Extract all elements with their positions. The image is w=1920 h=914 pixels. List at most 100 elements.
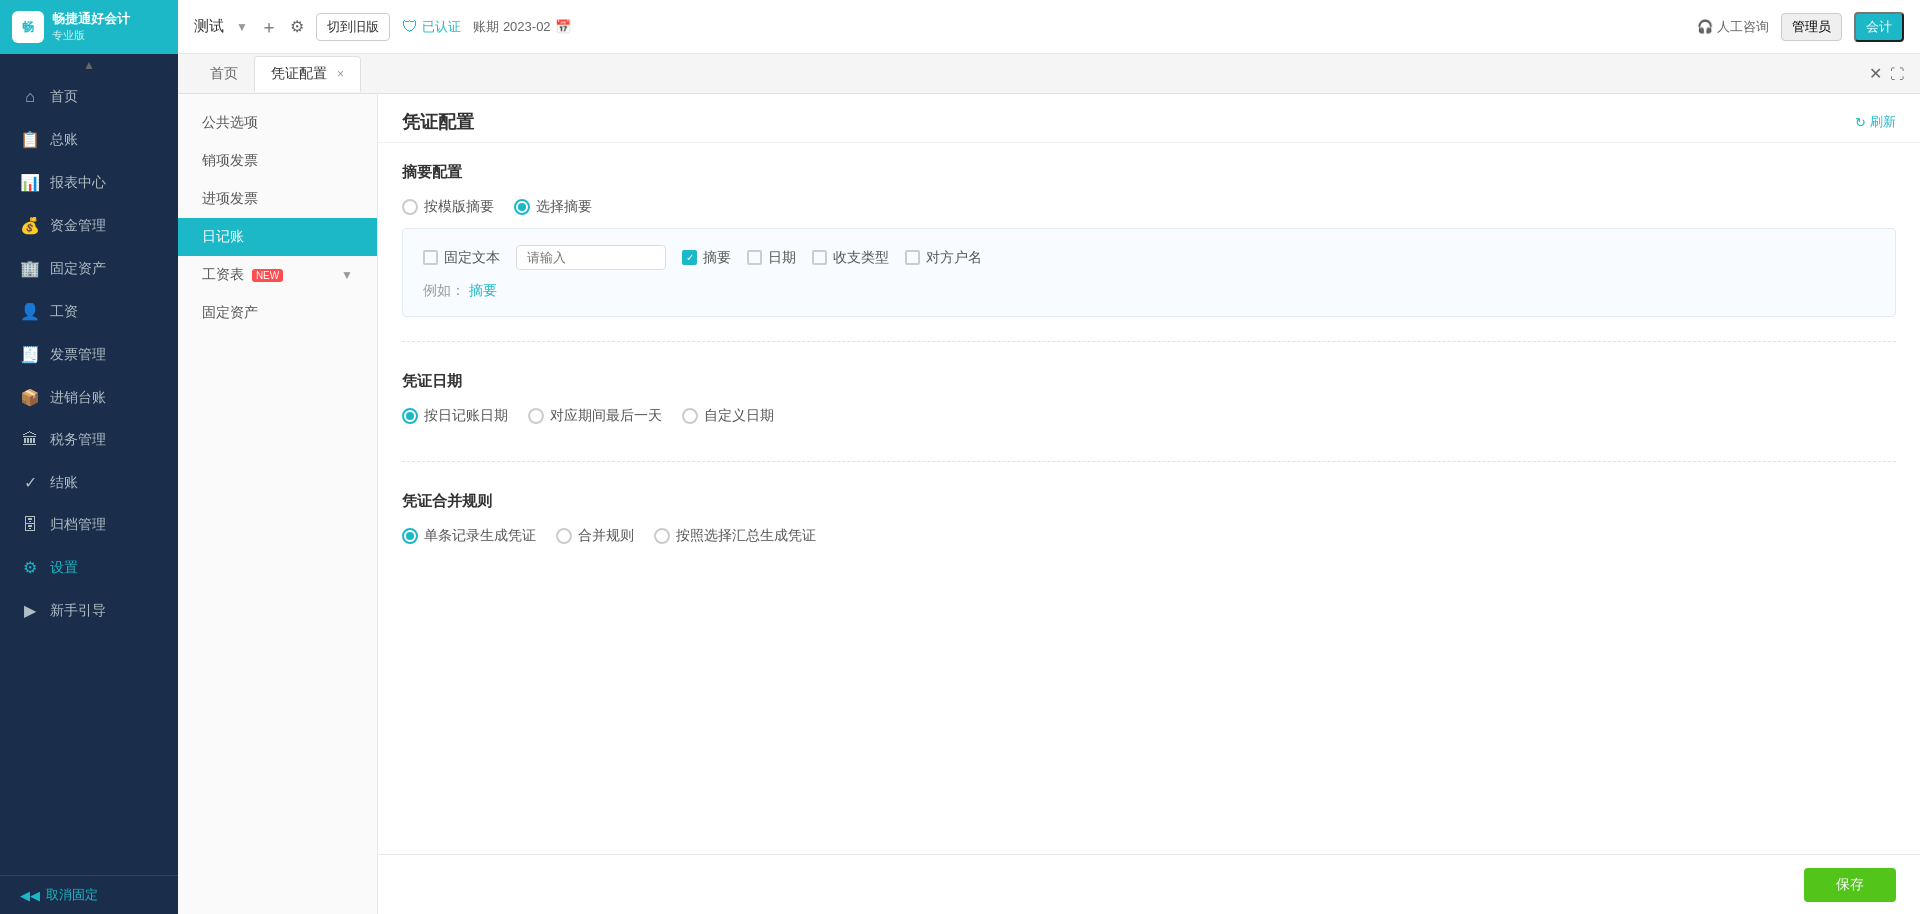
- date-section-title: 凭证日期: [402, 372, 1896, 391]
- left-nav-public[interactable]: 公共选项: [178, 104, 377, 142]
- tab-home[interactable]: 首页: [194, 57, 254, 91]
- settings-gear-icon[interactable]: ⚙: [290, 17, 304, 36]
- sidebar-item-archive[interactable]: 🗄 归档管理: [0, 504, 178, 546]
- tab-voucher-config[interactable]: 凭证配置 ×: [254, 56, 361, 92]
- content-body: 摘要配置 按模版摘要 选择摘要: [378, 143, 1920, 854]
- merge-option-single[interactable]: 单条记录生成凭证: [402, 527, 536, 545]
- sidebar-item-reports[interactable]: 📊 报表中心: [0, 161, 178, 204]
- content-area: 公共选项 销项发票 进项发票 日记账 工资表 NEW ▼ 固定资产: [178, 94, 1920, 914]
- sidebar-item-ledger[interactable]: 📋 总账: [0, 118, 178, 161]
- sidebar-item-assets[interactable]: 🏢 固定资产: [0, 247, 178, 290]
- new-badge: NEW: [252, 269, 283, 282]
- left-nav-fixed-assets[interactable]: 固定资产: [178, 294, 377, 332]
- checkout-icon: ✓: [20, 473, 40, 492]
- invoice-icon: 🧾: [20, 345, 40, 364]
- payment-type-checkbox[interactable]: [812, 250, 827, 265]
- tax-icon: 🏛: [20, 431, 40, 449]
- admin-button[interactable]: 管理员: [1781, 13, 1842, 41]
- date-radio-group: 按日记账日期 对应期间最后一天 自定义日期: [402, 407, 1896, 425]
- headset-icon: 🎧: [1697, 19, 1713, 34]
- sidebar-item-guide[interactable]: ▶ 新手引导: [0, 589, 178, 632]
- cancel-fixed-button[interactable]: ◀◀ 取消固定: [0, 875, 178, 914]
- sidebar: 畅 畅捷通好会计 专业版 ▲ ⌂ 首页 📋 总账 📊 报表中心 💰 资金管理 🏢…: [0, 0, 178, 914]
- left-nav: 公共选项 销项发票 进项发票 日记账 工资表 NEW ▼ 固定资产: [178, 94, 378, 914]
- radio-merge-rule-circle: [556, 528, 572, 544]
- refresh-button[interactable]: ↻ 刷新: [1855, 113, 1896, 131]
- sidebar-item-home[interactable]: ⌂ 首页: [0, 76, 178, 118]
- add-button[interactable]: ＋: [260, 18, 278, 36]
- checkbox-fixed-text: 固定文本: [423, 249, 500, 267]
- merge-section-title: 凭证合并规则: [402, 492, 1896, 511]
- summary-option-select[interactable]: 选择摘要: [514, 198, 592, 216]
- fixed-text-checkbox[interactable]: [423, 250, 438, 265]
- tab-close-icon[interactable]: ×: [337, 67, 344, 81]
- cancel-fixed-icon: ◀◀: [20, 888, 40, 903]
- close-window-button[interactable]: ✕: [1869, 64, 1882, 83]
- counterpart-checkbox[interactable]: [905, 250, 920, 265]
- consult-button[interactable]: 🎧 人工咨询: [1697, 18, 1769, 36]
- shield-icon: 🛡: [402, 18, 418, 36]
- sidebar-logo: 畅 畅捷通好会计 专业版: [0, 0, 178, 54]
- summary-section: 摘要配置 按模版摘要 选择摘要: [402, 163, 1896, 342]
- ledger-icon: 📋: [20, 130, 40, 149]
- summary-section-title: 摘要配置: [402, 163, 1896, 182]
- example-text: 例如： 摘要: [423, 282, 1875, 300]
- merge-option-rule[interactable]: 合并规则: [556, 527, 634, 545]
- save-button[interactable]: 保存: [1804, 868, 1896, 902]
- left-nav-purchase-invoice[interactable]: 进项发票: [178, 180, 377, 218]
- summary-radio-group: 按模版摘要 选择摘要: [402, 198, 1896, 216]
- home-icon: ⌂: [20, 88, 40, 106]
- radio-select-circle: [514, 199, 530, 215]
- radio-period-last-circle: [528, 408, 544, 424]
- date-option-period-last[interactable]: 对应期间最后一天: [528, 407, 662, 425]
- content-footer: 保存: [378, 854, 1920, 914]
- project-name: 测试: [194, 17, 224, 36]
- certified-badge: 🛡 已认证: [402, 18, 461, 36]
- expand-button[interactable]: ⛶: [1890, 64, 1904, 83]
- sidebar-item-salary[interactable]: 👤 工资: [0, 290, 178, 333]
- merge-radio-group: 单条记录生成凭证 合并规则 按照选择汇总生成凭证: [402, 527, 1896, 545]
- content-header: 凭证配置 ↻ 刷新: [378, 94, 1920, 143]
- checkbox-summary-item[interactable]: ✓ 摘要: [682, 249, 731, 267]
- sidebar-item-capital[interactable]: 💰 资金管理: [0, 204, 178, 247]
- accountant-button[interactable]: 会计: [1854, 12, 1904, 42]
- refresh-icon: ↻: [1855, 115, 1866, 130]
- summary-config-box: 固定文本 ✓ 摘要 日期: [402, 228, 1896, 317]
- radio-custom-date-circle: [682, 408, 698, 424]
- calendar-icon[interactable]: 📅: [555, 19, 571, 34]
- left-nav-sales-invoice[interactable]: 销项发票: [178, 142, 377, 180]
- main-area: 测试 ▼ ＋ ⚙ 切到旧版 🛡 已认证 账期 2023-02 📅 🎧 人工咨询 …: [178, 0, 1920, 914]
- sidebar-item-checkout[interactable]: ✓ 结账: [0, 461, 178, 504]
- right-content: 凭证配置 ↻ 刷新 摘要配置 按模版摘要: [378, 94, 1920, 914]
- sidebar-item-tax[interactable]: 🏛 税务管理: [0, 419, 178, 461]
- sidebar-item-invoice[interactable]: 🧾 发票管理: [0, 333, 178, 376]
- checkbox-counterpart-item[interactable]: 对方户名: [905, 249, 982, 267]
- radio-journal-date-circle: [402, 408, 418, 424]
- sidebar-item-settings[interactable]: ⚙ 设置: [0, 546, 178, 589]
- topbar: 测试 ▼ ＋ ⚙ 切到旧版 🛡 已认证 账期 2023-02 📅 🎧 人工咨询 …: [178, 0, 1920, 54]
- project-dropdown-icon[interactable]: ▼: [236, 20, 248, 34]
- left-nav-payroll[interactable]: 工资表 NEW ▼: [178, 256, 377, 294]
- switch-version-button[interactable]: 切到旧版: [316, 13, 390, 41]
- date-option-journal[interactable]: 按日记账日期: [402, 407, 508, 425]
- logo-text: 畅捷通好会计 专业版: [52, 11, 130, 43]
- logo-icon: 畅: [12, 11, 44, 43]
- sidebar-item-sales[interactable]: 📦 进销台账: [0, 376, 178, 419]
- summary-checkbox[interactable]: ✓: [682, 250, 697, 265]
- date-checkbox[interactable]: [747, 250, 762, 265]
- date-option-custom[interactable]: 自定义日期: [682, 407, 774, 425]
- checkbox-date-item[interactable]: 日期: [747, 249, 796, 267]
- page-title: 凭证配置: [402, 110, 474, 134]
- sales-icon: 📦: [20, 388, 40, 407]
- radio-template-circle: [402, 199, 418, 215]
- merge-section: 凭证合并规则 单条记录生成凭证 合并规则 按照选择汇总生成凭证: [402, 492, 1896, 581]
- fixed-text-input[interactable]: [516, 245, 666, 270]
- merge-option-by-selection[interactable]: 按照选择汇总生成凭证: [654, 527, 816, 545]
- date-section: 凭证日期 按日记账日期 对应期间最后一天 自定义日期: [402, 372, 1896, 462]
- checkbox-payment-type-item[interactable]: 收支类型: [812, 249, 889, 267]
- tabbar: 首页 凭证配置 × ✕ ⛶: [178, 54, 1920, 94]
- left-nav-journal[interactable]: 日记账: [178, 218, 377, 256]
- summary-option-template[interactable]: 按模版摘要: [402, 198, 494, 216]
- sidebar-nav: ▲ ⌂ 首页 📋 总账 📊 报表中心 💰 资金管理 🏢 固定资产 👤 工资 🧾 …: [0, 54, 178, 875]
- summary-checkbox-row: 固定文本 ✓ 摘要 日期: [423, 245, 1875, 270]
